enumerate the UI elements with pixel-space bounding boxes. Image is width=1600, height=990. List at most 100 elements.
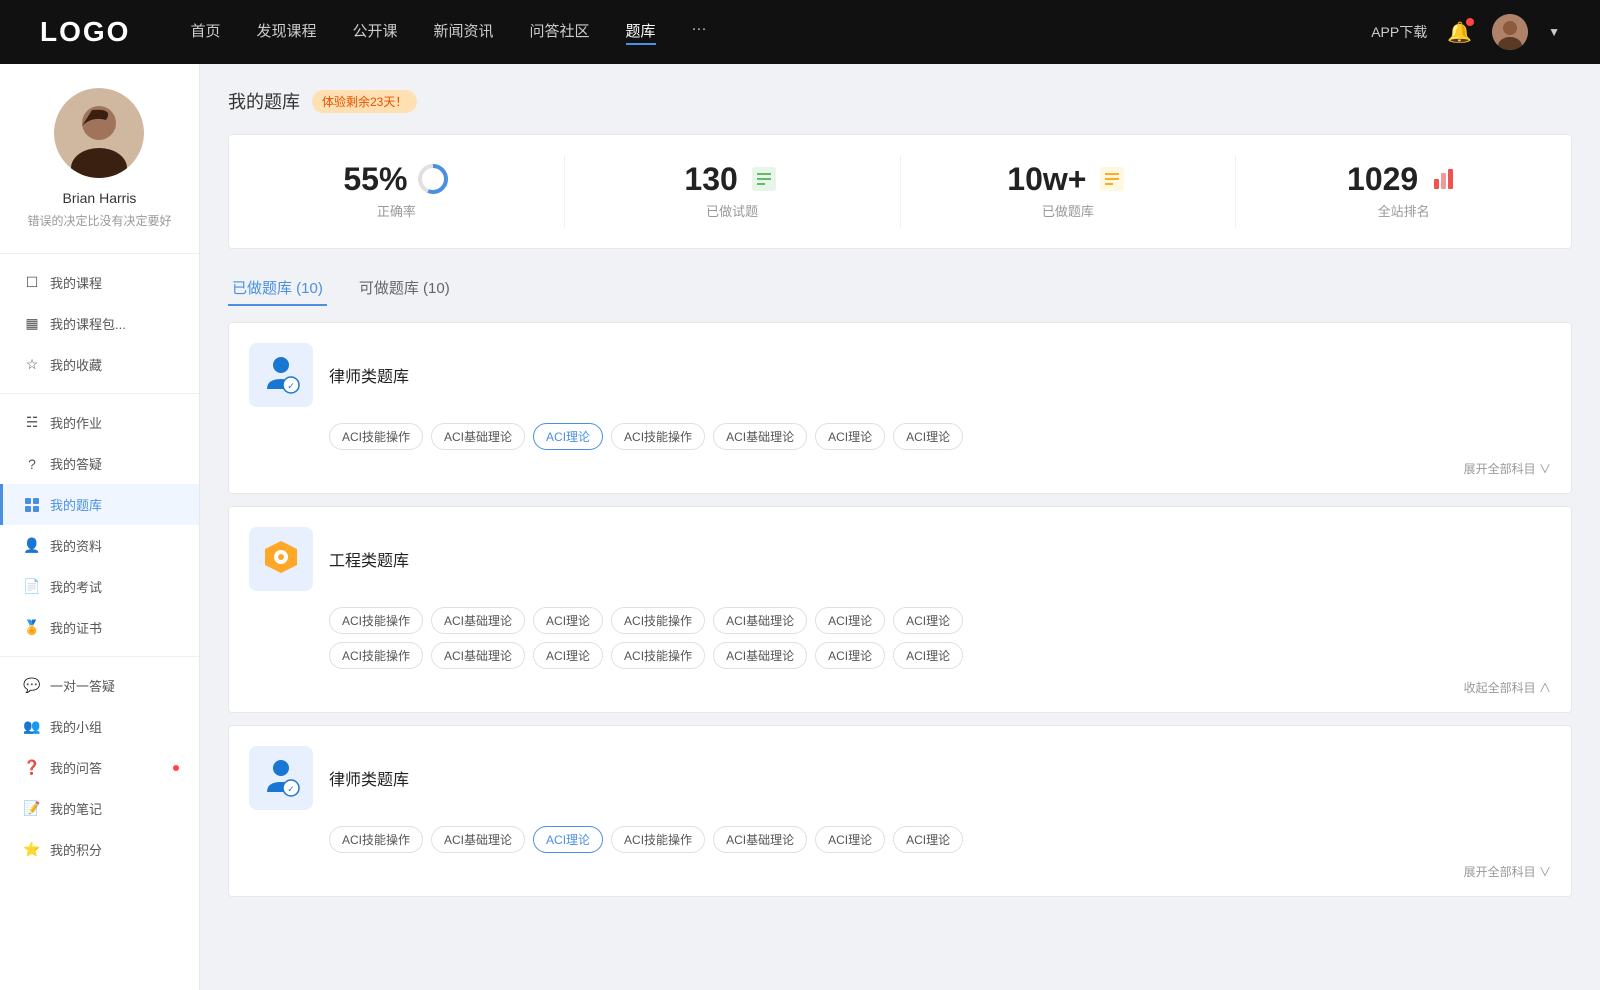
qbank-card-0-footer: 展开全部科目 ∨ <box>249 460 1551 477</box>
qbank-card-2-title: 律师类题库 <box>329 766 409 790</box>
qbank-tag[interactable]: ACI技能操作 <box>611 642 705 669</box>
stat-rank: 1029 全站排名 <box>1236 155 1571 228</box>
nav-qa[interactable]: 问答社区 <box>530 20 590 45</box>
qbank-tag[interactable]: ACI理论 <box>893 423 963 450</box>
notification-bell[interactable]: 🔔 <box>1447 20 1472 45</box>
sidebar-item-course[interactable]: ☐ 我的课程 <box>0 262 199 303</box>
qbank-tag[interactable]: ACI技能操作 <box>329 826 423 853</box>
qbank-tag[interactable]: ACI理论 <box>533 607 603 634</box>
sidebar-item-points[interactable]: ⭐ 我的积分 <box>0 829 199 870</box>
sidebar-item-1on1-label: 一对一答疑 <box>50 676 115 695</box>
main-content: 我的题库 体验剩余23天！ 55% 正确率 <box>200 64 1600 990</box>
stat-rank-value: 1029 <box>1347 163 1418 195</box>
qbank-tag[interactable]: ACI基础理论 <box>431 826 525 853</box>
user-avatar[interactable] <box>1492 14 1528 50</box>
qbank-tag[interactable]: ACI基础理论 <box>431 642 525 669</box>
sidebar-item-course-pkg[interactable]: ▦ 我的课程包... <box>0 303 199 344</box>
bar-icon: ▦ <box>24 316 40 332</box>
sidebar-item-favorites[interactable]: ☆ 我的收藏 <box>0 344 199 385</box>
qbank-tag[interactable]: ACI技能操作 <box>329 607 423 634</box>
qbank-tag[interactable]: ACI理论 <box>893 826 963 853</box>
stat-accuracy: 55% 正确率 <box>229 155 565 228</box>
qbank-tag[interactable]: ACI基础理论 <box>713 642 807 669</box>
qbank-card-0-icon: ✓ <box>249 343 313 407</box>
qbank-tag[interactable]: ACI理论 <box>815 826 885 853</box>
qbank-expand-button-2[interactable]: 展开全部科目 ∨ <box>1464 863 1551 880</box>
qbank-tag[interactable]: ACI技能操作 <box>329 642 423 669</box>
qbank-card-1-footer: 收起全部科目 ∧ <box>249 679 1551 696</box>
app-download-button[interactable]: APP下载 <box>1371 22 1427 42</box>
pie-chart-icon <box>417 163 449 195</box>
qbank-tag[interactable]: ACI技能操作 <box>611 607 705 634</box>
sidebar-item-cert[interactable]: 🏅 我的证书 <box>0 607 199 648</box>
stat-accuracy-label: 正确率 <box>377 201 416 220</box>
sidebar-username: Brian Harris <box>63 190 137 206</box>
file2-icon: 📄 <box>24 579 40 595</box>
sidebar-item-group[interactable]: 👥 我的小组 <box>0 706 199 747</box>
qbank-card-0: ✓ 律师类题库 ACI技能操作 ACI基础理论 ACI理论 ACI技能操作 AC… <box>228 322 1572 494</box>
sidebar-item-qbank[interactable]: 我的题库 <box>0 484 199 525</box>
sidebar-item-points-label: 我的积分 <box>50 840 102 859</box>
tab-available[interactable]: 可做题库 (10) <box>355 269 454 306</box>
qbank-tag[interactable]: ACI理论 <box>893 607 963 634</box>
nav-discover[interactable]: 发现课程 <box>256 20 316 45</box>
sidebar-profile: Brian Harris 错误的决定比没有决定要好 <box>11 64 187 245</box>
stat-qbanks-value: 10w+ <box>1007 163 1086 195</box>
tab-done[interactable]: 已做题库 (10) <box>228 269 327 306</box>
sidebar-divider-3 <box>0 656 199 657</box>
stat-rank-label: 全站排名 <box>1378 201 1430 220</box>
qbank-expand-button[interactable]: 展开全部科目 ∨ <box>1464 460 1551 477</box>
stat-rank-top: 1029 <box>1347 163 1460 195</box>
qbank-tag[interactable]: ACI基础理论 <box>431 607 525 634</box>
sidebar: Brian Harris 错误的决定比没有决定要好 ☐ 我的课程 ▦ 我的课程包… <box>0 64 200 990</box>
qbank-tag[interactable]: ACI基础理论 <box>431 423 525 450</box>
navbar-right: APP下载 🔔 ▼ <box>1371 14 1560 50</box>
chat-icon: 💬 <box>24 678 40 694</box>
sidebar-item-profile-label: 我的资料 <box>50 536 102 555</box>
stat-done-qbanks: 10w+ 已做题库 <box>901 155 1237 228</box>
qbank-tag[interactable]: ACI技能操作 <box>611 423 705 450</box>
qbank-tag-active[interactable]: ACI理论 <box>533 423 603 450</box>
logo[interactable]: LOGO <box>40 16 130 48</box>
grid-icon <box>24 497 40 513</box>
sidebar-item-course-pkg-label: 我的课程包... <box>50 314 126 333</box>
sidebar-item-questions[interactable]: ❓ 我的问答 <box>0 747 199 788</box>
qbank-card-1-title: 工程类题库 <box>329 547 409 571</box>
stat-done-questions: 130 已做试题 <box>565 155 901 228</box>
sidebar-item-exam[interactable]: 📄 我的考试 <box>0 566 199 607</box>
group-icon: 👥 <box>24 719 40 735</box>
sidebar-menu: ☐ 我的课程 ▦ 我的课程包... ☆ 我的收藏 ☵ 我的作业 ? 我的答疑 <box>0 262 199 870</box>
qbank-card-0-header: ✓ 律师类题库 <box>249 343 1551 407</box>
qbank-tag-active[interactable]: ACI理论 <box>533 826 603 853</box>
nav-open-course[interactable]: 公开课 <box>352 20 397 45</box>
stat-qbanks-top: 10w+ <box>1007 163 1128 195</box>
list-icon <box>748 163 780 195</box>
sidebar-item-notes[interactable]: 📝 我的笔记 <box>0 788 199 829</box>
sidebar-item-profile[interactable]: 👤 我的资料 <box>0 525 199 566</box>
sidebar-item-homework[interactable]: ☵ 我的作业 <box>0 402 199 443</box>
user-menu-chevron[interactable]: ▼ <box>1548 25 1560 39</box>
qbank-tag[interactable]: ACI基础理论 <box>713 826 807 853</box>
nav-more[interactable]: ··· <box>692 20 707 45</box>
qbank-tag[interactable]: ACI理论 <box>815 607 885 634</box>
stat-accuracy-top: 55% <box>343 163 449 195</box>
stat-done-top: 130 <box>684 163 779 195</box>
qbank-tag[interactable]: ACI理论 <box>815 642 885 669</box>
qbank-collapse-button[interactable]: 收起全部科目 ∧ <box>1464 679 1551 696</box>
qbank-tag[interactable]: ACI理论 <box>815 423 885 450</box>
nav-home[interactable]: 首页 <box>190 20 220 45</box>
nav-news[interactable]: 新闻资讯 <box>434 20 494 45</box>
qbank-tag[interactable]: ACI基础理论 <box>713 607 807 634</box>
sidebar-item-qa[interactable]: ? 我的答疑 <box>0 443 199 484</box>
qbank-tag[interactable]: ACI技能操作 <box>329 423 423 450</box>
sidebar-item-homework-label: 我的作业 <box>50 413 102 432</box>
qbank-tag[interactable]: ACI理论 <box>533 642 603 669</box>
qbank-tag[interactable]: ACI技能操作 <box>611 826 705 853</box>
qbank-tag[interactable]: ACI理论 <box>893 642 963 669</box>
sidebar-item-1on1[interactable]: 💬 一对一答疑 <box>0 665 199 706</box>
qbank-card-2-header: ✓ 律师类题库 <box>249 746 1551 810</box>
bar-chart-icon <box>1428 163 1460 195</box>
nav-qbank[interactable]: 题库 <box>626 20 656 45</box>
qbank-tag[interactable]: ACI基础理论 <box>713 423 807 450</box>
qbank-card-1-tags: ACI技能操作 ACI基础理论 ACI理论 ACI技能操作 ACI基础理论 AC… <box>249 607 1551 634</box>
